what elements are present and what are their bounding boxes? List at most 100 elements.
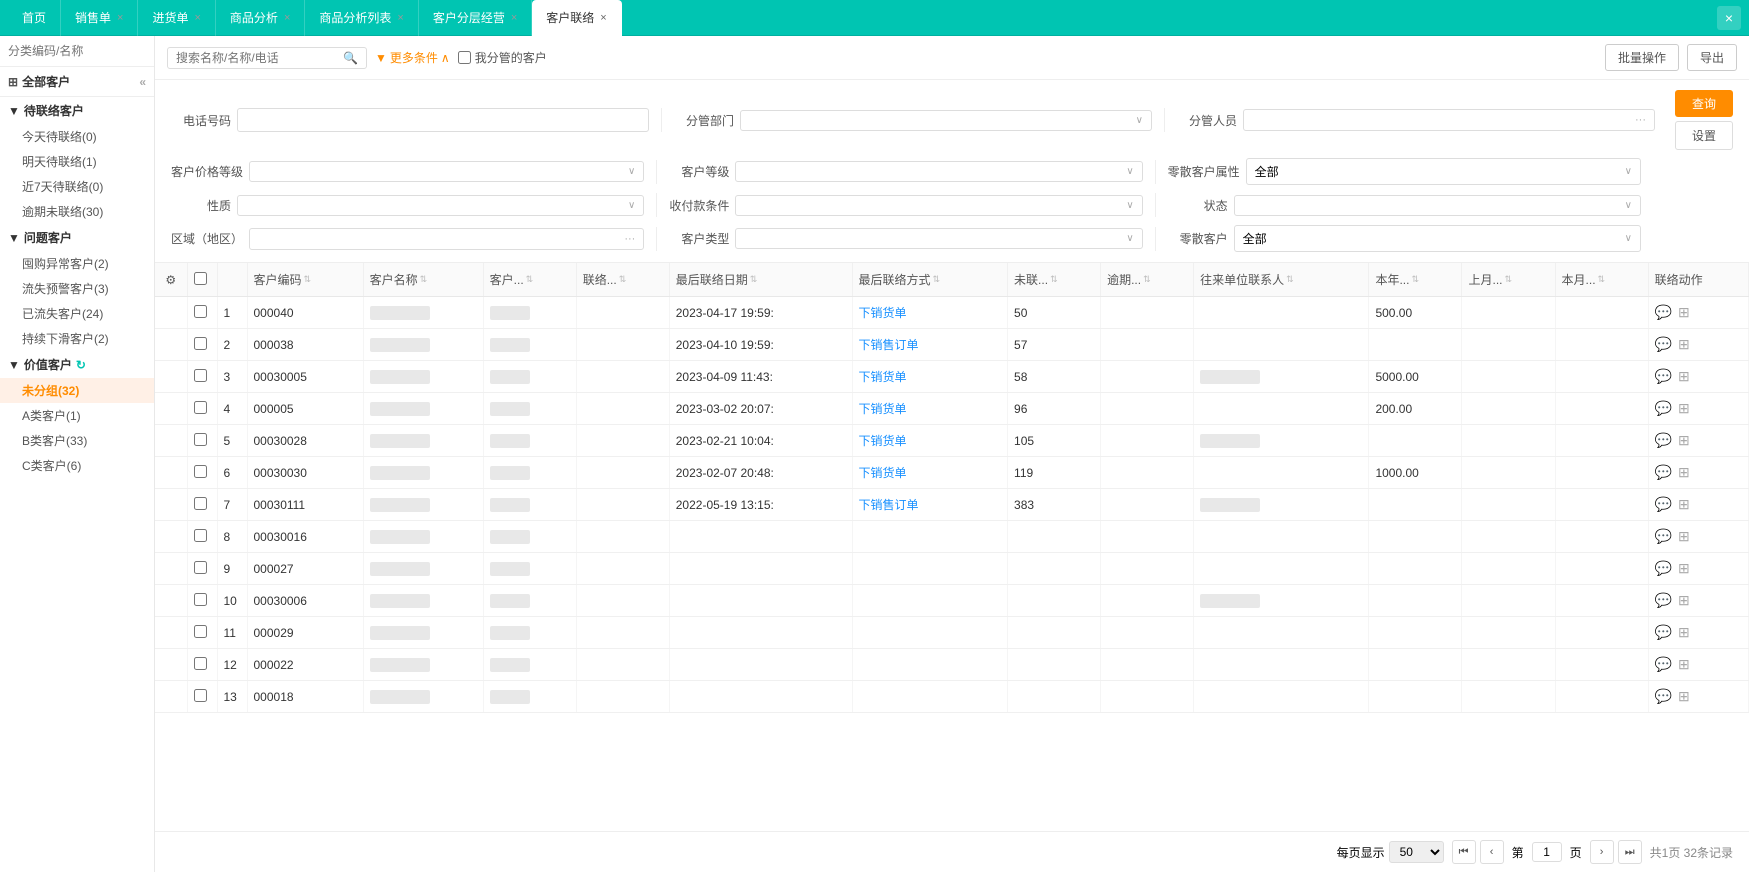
col-code[interactable]: 客户编码⇅ [247,263,363,297]
col-last-month[interactable]: 上月...⇅ [1462,263,1555,297]
col-this-year[interactable]: 本年...⇅ [1369,263,1462,297]
cell-name[interactable] [363,521,483,553]
sort-icon-unit[interactable]: ⇅ [1286,274,1294,285]
filter-search-input[interactable] [176,51,343,65]
col-settings[interactable]: ⚙ [155,263,187,297]
last-way-link[interactable]: 下销货单 [859,370,907,384]
contact-icon[interactable]: 💬 [1655,528,1672,545]
sidebar-item-tomorrow[interactable]: 明天待联络(1) [0,149,154,174]
nav-sales-close[interactable]: × [117,12,123,24]
contact-icon[interactable]: 💬 [1655,400,1672,417]
sidebar-item-c[interactable]: C类客户(6) [0,453,154,478]
sidebar-item-today[interactable]: 今天待联络(0) [0,124,154,149]
cell-checkbox[interactable] [187,297,217,329]
select-all-checkbox[interactable] [194,272,207,285]
nav-close-all[interactable]: × [1717,6,1741,30]
cell-checkbox[interactable] [187,617,217,649]
prev-page-btn[interactable]: ‹ [1480,840,1504,864]
row-checkbox[interactable] [194,593,207,606]
last-way-link[interactable]: 下销售订单 [859,498,919,512]
nav-customer-contact-close[interactable]: × [600,12,606,24]
more-icon[interactable]: ⊞ [1678,624,1690,641]
cell-name[interactable] [363,585,483,617]
col-type[interactable]: 客户...⇅ [483,263,576,297]
nav-product-analysis-close[interactable]: × [284,12,290,24]
cell-checkbox[interactable] [187,457,217,489]
col-this-month[interactable]: 本月...⇅ [1555,263,1648,297]
sort-icon-code[interactable]: ⇅ [304,274,312,285]
sort-icon-contact[interactable]: ⇅ [619,274,627,285]
contact-icon[interactable]: 💬 [1655,592,1672,609]
row-checkbox[interactable] [194,337,207,350]
col-unit-contact[interactable]: 往来单位联系人⇅ [1194,263,1369,297]
contact-icon[interactable]: 💬 [1655,688,1672,705]
cell-checkbox[interactable] [187,489,217,521]
cell-checkbox[interactable] [187,329,217,361]
field-cust-type-select[interactable]: ∨ [735,228,1142,249]
my-customers-label[interactable]: 我分管的客户 [458,49,547,66]
nav-home[interactable]: 首页 [8,0,61,36]
cell-name[interactable] [363,489,483,521]
sort-icon-way[interactable]: ⇅ [933,274,941,285]
contact-icon[interactable]: 💬 [1655,304,1672,321]
cell-checkbox[interactable] [187,521,217,553]
more-icon[interactable]: ⊞ [1678,560,1690,577]
more-icon[interactable]: ⊞ [1678,304,1690,321]
sidebar-group-value[interactable]: ▼ 价值客户 ↻ [0,351,154,378]
cell-name[interactable] [363,649,483,681]
sidebar-item-decline[interactable]: 持续下滑客户(2) [0,326,154,351]
cell-name[interactable] [363,393,483,425]
sidebar-item-b[interactable]: B类客户(33) [0,428,154,453]
row-checkbox[interactable] [194,689,207,702]
contact-icon[interactable]: 💬 [1655,560,1672,577]
last-way-link[interactable]: 下销货单 [859,402,907,416]
export-btn[interactable]: 导出 [1687,44,1737,71]
sidebar-item-ungroup[interactable]: 未分组(32) [0,378,154,403]
cell-name[interactable] [363,329,483,361]
sort-icon-last-month[interactable]: ⇅ [1505,274,1513,285]
sidebar-item-abnormal[interactable]: 囤购异常客户(2) [0,251,154,276]
col-last-way[interactable]: 最后联络方式⇅ [852,263,1008,297]
first-page-btn[interactable]: ⏮ [1452,840,1476,864]
cell-name[interactable] [363,617,483,649]
more-icon[interactable]: ⊞ [1678,368,1690,385]
field-scatter-attr-select[interactable]: 全部∨ [1246,158,1641,185]
contact-icon[interactable]: 💬 [1655,464,1672,481]
col-name[interactable]: 客户名称⇅ [363,263,483,297]
nav-customer-tier-close[interactable]: × [511,12,517,24]
field-payment-select[interactable]: ∨ [735,195,1142,216]
col-not-contact[interactable]: 未联...⇅ [1008,263,1101,297]
row-checkbox[interactable] [194,401,207,414]
query-btn[interactable]: 查询 [1675,90,1733,117]
sort-icon-not-contact[interactable]: ⇅ [1050,274,1058,285]
row-checkbox[interactable] [194,657,207,670]
more-icon[interactable]: ⊞ [1678,656,1690,673]
more-icon[interactable]: ⊞ [1678,432,1690,449]
field-phone-input[interactable] [237,108,649,132]
refresh-icon[interactable]: ↻ [76,358,86,372]
more-icon[interactable]: ⊞ [1678,496,1690,513]
field-dept-select[interactable]: ∨ [740,110,1152,131]
field-person-select[interactable]: ··· [1243,109,1655,131]
sort-icon-type[interactable]: ⇅ [526,274,534,285]
contact-icon[interactable]: 💬 [1655,432,1672,449]
nav-product-analysis[interactable]: 商品分析 × [216,0,305,36]
contact-icon[interactable]: 💬 [1655,368,1672,385]
row-checkbox[interactable] [194,625,207,638]
sort-icon-year[interactable]: ⇅ [1411,274,1419,285]
more-icon[interactable]: ⊞ [1678,464,1690,481]
col-overdue[interactable]: 逾期...⇅ [1101,263,1194,297]
nav-product-list-close[interactable]: × [397,12,403,24]
row-checkbox[interactable] [194,433,207,446]
cell-checkbox[interactable] [187,361,217,393]
row-checkbox[interactable] [194,369,207,382]
contact-icon[interactable]: 💬 [1655,336,1672,353]
sidebar-item-loss-warn[interactable]: 流失预警客户(3) [0,276,154,301]
nav-product-list[interactable]: 商品分析列表 × [305,0,418,36]
sort-icon-overdue[interactable]: ⇅ [1143,274,1151,285]
contact-icon[interactable]: 💬 [1655,624,1672,641]
last-way-link[interactable]: 下销货单 [859,306,907,320]
nav-customer-contact[interactable]: 客户联络 × [532,0,621,36]
field-nature-select[interactable]: ∨ [237,195,644,216]
sidebar-search-input[interactable] [8,44,155,58]
